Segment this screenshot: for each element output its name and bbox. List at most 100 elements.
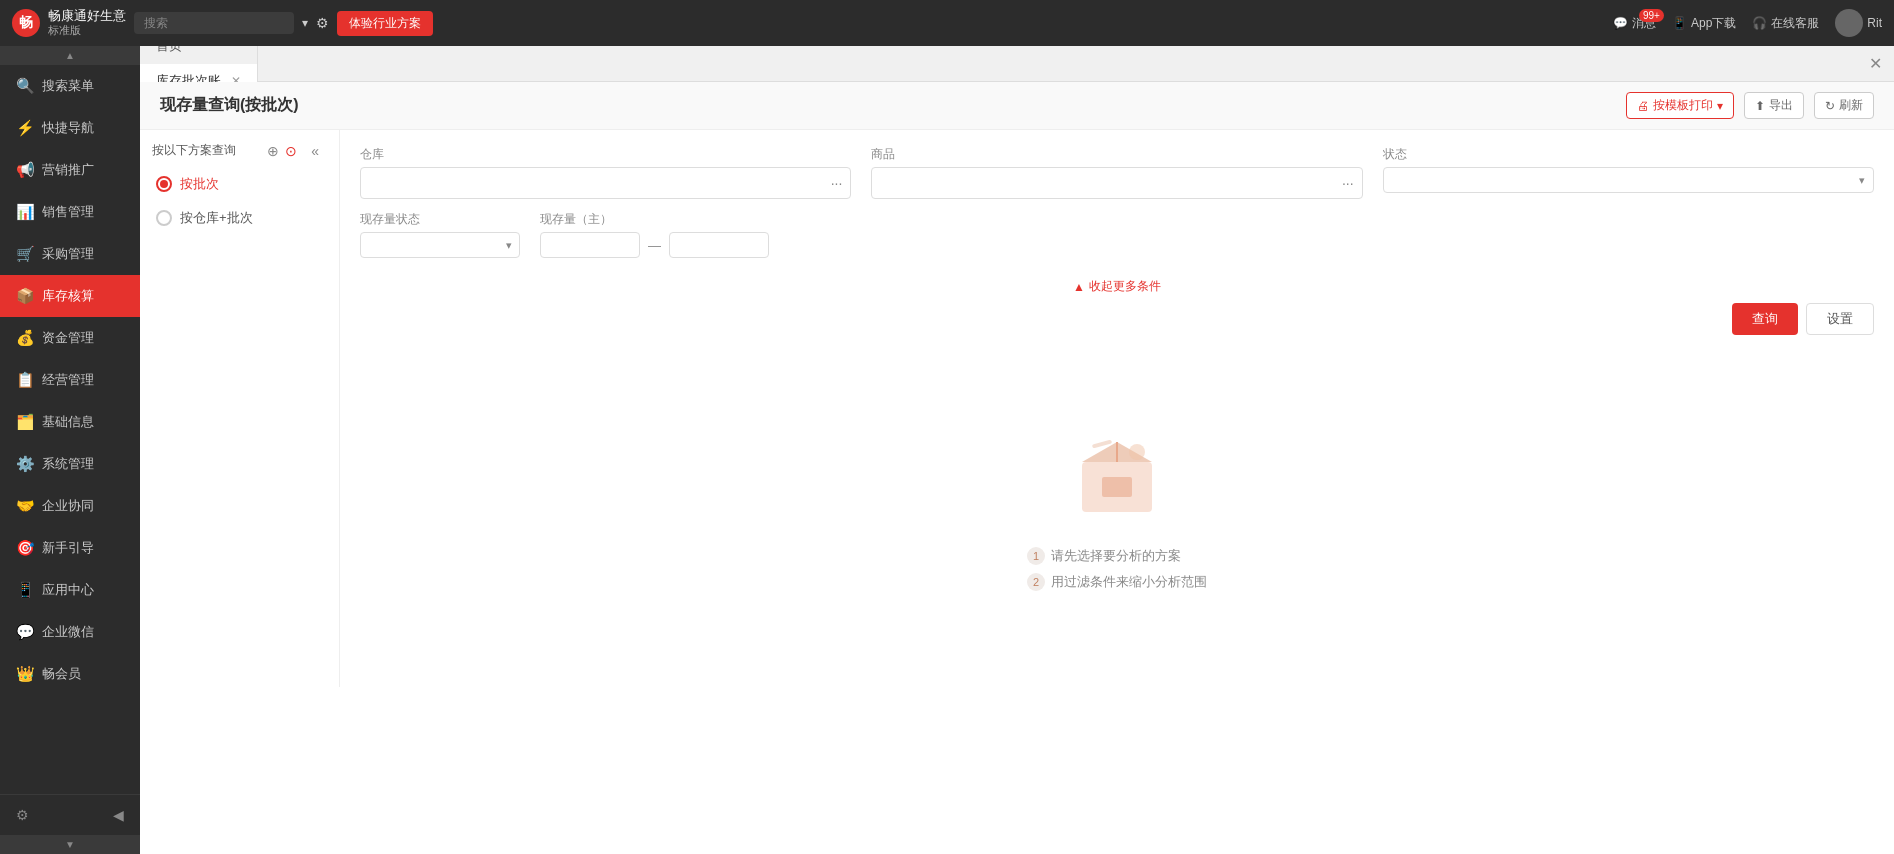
- sidebar-icon-search: 🔍: [16, 77, 34, 95]
- sidebar-icon-purchase: 🛒: [16, 245, 34, 263]
- tip-2-text: 用过滤条件来缩小分析范围: [1051, 573, 1207, 591]
- sidebar-label-quick-nav: 快捷导航: [42, 119, 94, 137]
- qty-to-input[interactable]: [669, 232, 769, 258]
- filter-add-icon[interactable]: ⊕: [267, 143, 279, 159]
- sidebar-label-purchase: 采购管理: [42, 245, 94, 263]
- refresh-icon: ↻: [1825, 99, 1835, 113]
- brand-name: 畅康通好生意: [48, 8, 126, 24]
- sidebar-bottom: ⚙ ◀: [0, 794, 140, 835]
- sidebar-icon-wechat: 💬: [16, 623, 34, 641]
- filter-right-area: 仓库 ··· 商品 ···: [340, 130, 1894, 687]
- sidebar-icon-sales: 📊: [16, 203, 34, 221]
- messages-item[interactable]: 💬 消息 99+: [1613, 15, 1656, 32]
- sidebar-label-operations: 经营管理: [42, 371, 94, 389]
- sidebar-item-search[interactable]: 🔍 搜索菜单: [0, 65, 140, 107]
- tip-1-text: 请先选择要分析的方案: [1051, 547, 1181, 565]
- topbar-left: 畅 畅康通好生意 标准版 ▾ ⚙ 体验行业方案: [12, 8, 433, 39]
- sidebar-scroll-down[interactable]: ▼: [0, 835, 140, 854]
- filter-panel-header-actions: ⊕ ⊙ «: [267, 143, 327, 159]
- search-dropdown-icon[interactable]: ▾: [302, 16, 308, 30]
- sidebar-item-sales[interactable]: 📊销售管理: [0, 191, 140, 233]
- goods-input[interactable]: ···: [871, 167, 1362, 199]
- online-service-item[interactable]: 🎧 在线客服: [1752, 15, 1819, 32]
- sidebar-icon-newbie: 🎯: [16, 539, 34, 557]
- app-logo: 畅: [12, 9, 40, 37]
- filter-settings-icon[interactable]: ⊙: [285, 143, 297, 159]
- sidebar-item-finance[interactable]: 💰资金管理: [0, 317, 140, 359]
- refresh-button[interactable]: ↻ 刷新: [1814, 92, 1874, 119]
- settings-button[interactable]: 设置: [1806, 303, 1874, 335]
- sidebar-items: 🔍 搜索菜单 ⚡快捷导航 📢 营销推广 📊销售管理 🛒 采购管理 📦库存核算💰资金管理📋经营管理…: [0, 65, 140, 695]
- warehouse-dots-icon[interactable]: ···: [831, 175, 843, 191]
- inventory-status-select[interactable]: 全部 有库存 无库存: [360, 232, 520, 258]
- user-item[interactable]: Rit: [1835, 9, 1882, 37]
- inventory-status-label: 现存量状态: [360, 211, 520, 228]
- filter-item-warehouse-batch[interactable]: 按仓库+批次: [140, 201, 339, 235]
- collapse-up-icon: ▲: [1073, 280, 1085, 294]
- sidebar-item-enterprise[interactable]: 🤝企业协同: [0, 485, 140, 527]
- tab-panel-close-icon[interactable]: ✕: [1857, 54, 1894, 73]
- sidebar-item-appstore[interactable]: 📱 应用中心: [0, 569, 140, 611]
- sidebar-item-operations[interactable]: 📋经营管理: [0, 359, 140, 401]
- sidebar-item-inventory[interactable]: 📦库存核算: [0, 275, 140, 317]
- tip-2-num: 2: [1027, 573, 1045, 591]
- sidebar-item-purchase[interactable]: 🛒 采购管理: [0, 233, 140, 275]
- brand-edition: 标准版: [48, 23, 126, 38]
- status-select-wrapper: 正常 停用 ▾: [1383, 167, 1874, 193]
- sidebar-icon-finance: 💰: [16, 329, 34, 347]
- filter-status-field: 状态 正常 停用 ▾: [1383, 146, 1874, 199]
- collapse-sidebar-icon[interactable]: ◀: [113, 807, 124, 823]
- filter-item-batch[interactable]: 按批次: [140, 167, 339, 201]
- filter-items: 按批次按仓库+批次: [140, 167, 339, 235]
- settings-icon[interactable]: ⚙: [16, 807, 29, 823]
- sidebar-icon-enterprise: 🤝: [16, 497, 34, 515]
- export-button[interactable]: ⬆ 导出: [1744, 92, 1804, 119]
- tip-1-num: 1: [1027, 547, 1045, 565]
- topbar-gear-icon[interactable]: ⚙: [316, 15, 329, 31]
- filter-panel-header-label: 按以下方案查询: [152, 142, 236, 159]
- sidebar-icon-appstore: 📱: [16, 581, 34, 599]
- sidebar-item-system[interactable]: ⚙️系统管理: [0, 443, 140, 485]
- sidebar-icon-marketing: 📢: [16, 161, 34, 179]
- sidebar-label-search: 搜索菜单: [42, 77, 94, 95]
- trial-button[interactable]: 体验行业方案: [337, 11, 433, 36]
- tab-home[interactable]: 首页: [140, 46, 258, 64]
- status-select[interactable]: 正常 停用: [1392, 173, 1859, 187]
- warehouse-input[interactable]: ···: [360, 167, 851, 199]
- print-dropdown-icon[interactable]: ▾: [1717, 99, 1723, 113]
- filter-collapse-icon[interactable]: «: [303, 143, 327, 159]
- sidebar-label-basic: 基础信息: [42, 413, 94, 431]
- query-button[interactable]: 查询: [1732, 303, 1798, 335]
- goods-dots-icon[interactable]: ···: [1342, 175, 1354, 191]
- empty-state: 1 请先选择要分析的方案 2 用过滤条件来缩小分析范围: [360, 347, 1874, 671]
- sidebar-item-basic[interactable]: 🗂️基础信息: [0, 401, 140, 443]
- page-title: 现存量查询(按批次): [160, 95, 299, 116]
- status-label: 状态: [1383, 146, 1874, 163]
- print-label: 按模板打印: [1653, 97, 1713, 114]
- empty-tip-1: 1 请先选择要分析的方案: [1027, 547, 1207, 565]
- sidebar-icon-member: 👑: [16, 665, 34, 683]
- sidebar-item-marketing[interactable]: 📢 营销推广: [0, 149, 140, 191]
- app-download-item[interactable]: 📱 App下载: [1672, 15, 1736, 32]
- sidebar-item-newbie[interactable]: 🎯新手引导: [0, 527, 140, 569]
- qty-dash: —: [648, 238, 661, 253]
- qty-from-input[interactable]: [540, 232, 640, 258]
- qty-main-label: 现存量（主）: [540, 211, 769, 228]
- print-button[interactable]: 🖨 按模板打印 ▾: [1626, 92, 1734, 119]
- headset-icon: 🎧: [1752, 16, 1767, 30]
- sidebar-label-wechat: 企业微信: [42, 623, 94, 641]
- message-icon: 💬: [1613, 16, 1628, 30]
- filter-item-label-warehouse-batch: 按仓库+批次: [180, 209, 253, 227]
- filter-row-2: 现存量状态 全部 有库存 无库存 现存量（主）: [360, 211, 1874, 258]
- sidebar-item-member[interactable]: 👑畅会员: [0, 653, 140, 695]
- collapse-label: 收起更多条件: [1089, 278, 1161, 295]
- search-input[interactable]: [134, 12, 294, 34]
- filter-item-label-batch: 按批次: [180, 175, 219, 193]
- sidebar-scroll-up[interactable]: ▲: [0, 46, 140, 65]
- refresh-label: 刷新: [1839, 97, 1863, 114]
- sidebar-item-quick-nav[interactable]: ⚡快捷导航: [0, 107, 140, 149]
- sidebar-label-appstore: 应用中心: [42, 581, 94, 599]
- sidebar-label-marketing: 营销推广: [42, 161, 94, 179]
- sidebar-item-wechat[interactable]: 💬 企业微信: [0, 611, 140, 653]
- filter-collapse-row[interactable]: ▲ 收起更多条件: [360, 270, 1874, 303]
